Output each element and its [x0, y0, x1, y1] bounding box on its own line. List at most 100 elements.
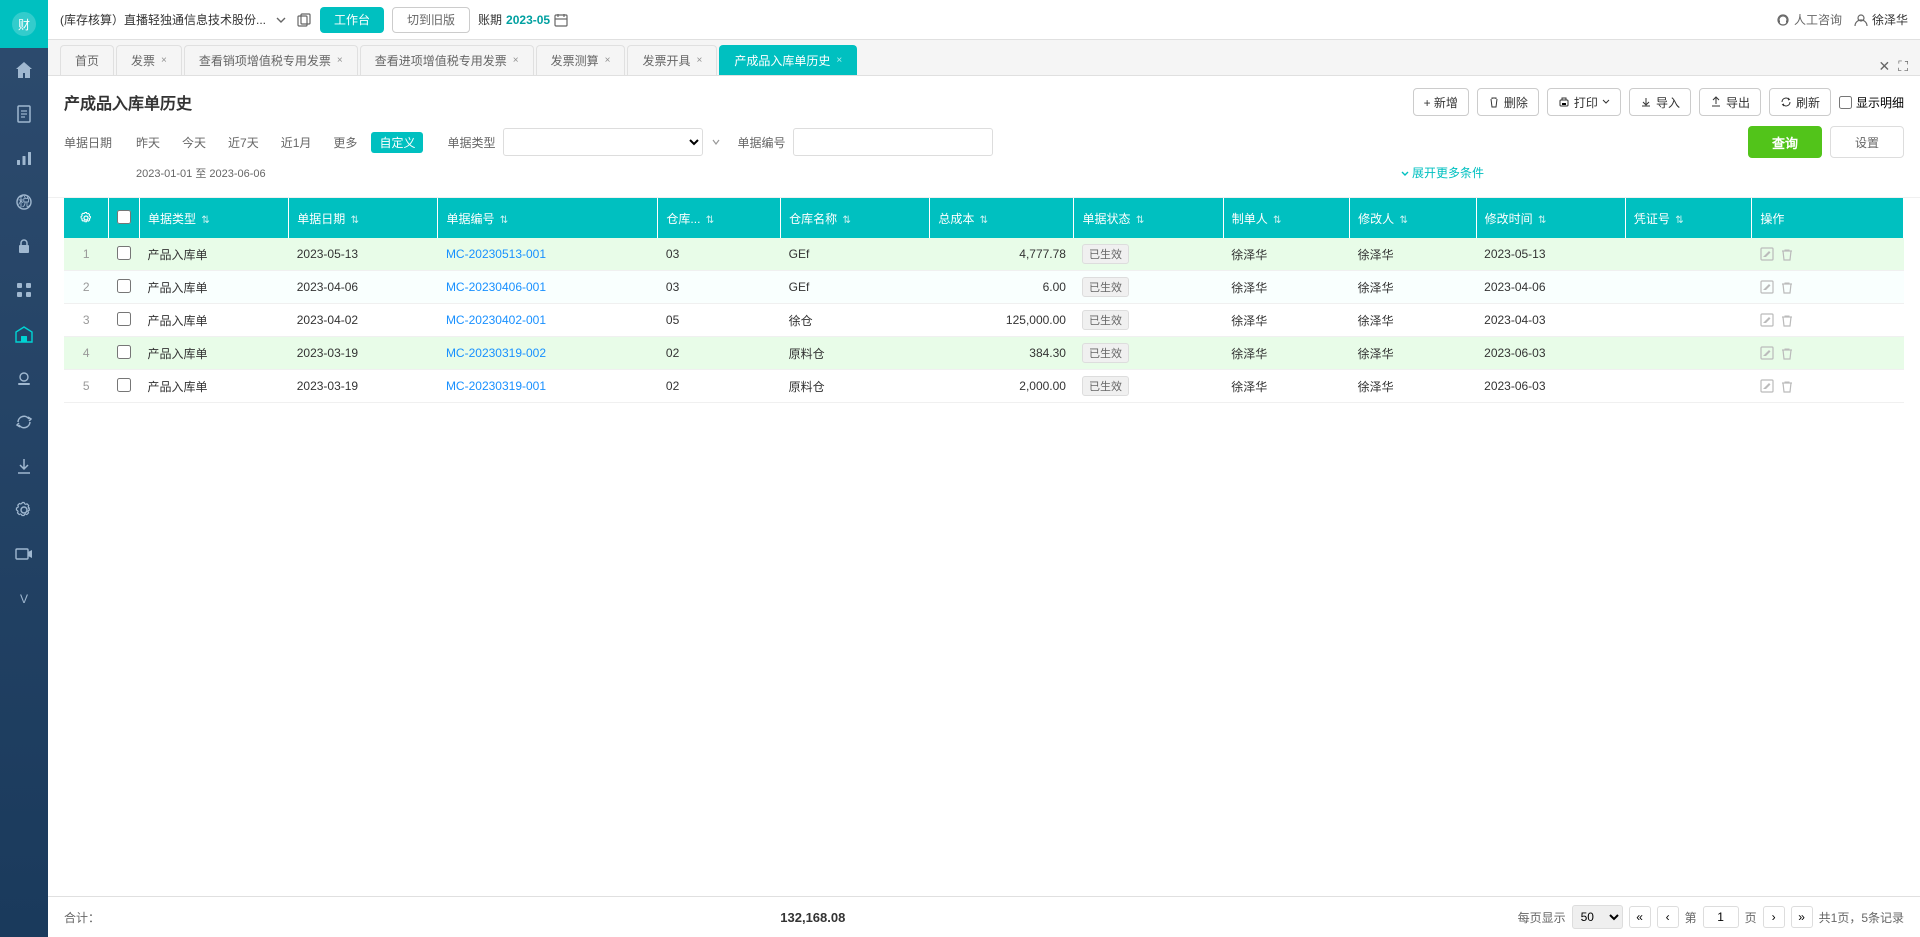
last-page-button[interactable]: » [1791, 906, 1813, 928]
sidebar-item-video[interactable] [0, 532, 48, 576]
sidebar-item-chart[interactable] [0, 136, 48, 180]
th-voucher[interactable]: 凭证号 ⇅ [1625, 198, 1751, 238]
tab-invoice-calc[interactable]: 发票测算 × [536, 45, 626, 75]
th-settings[interactable] [64, 198, 109, 238]
sidebar-item-lock[interactable] [0, 224, 48, 268]
edit-icon[interactable] [1760, 280, 1774, 294]
sidebar-item-apps[interactable] [0, 268, 48, 312]
row-delete-icon[interactable] [1780, 247, 1794, 261]
th-status[interactable]: 单据状态 ⇅ [1074, 198, 1223, 238]
row-checkbox[interactable] [109, 304, 140, 337]
switch-version-button[interactable]: 切到旧版 [392, 7, 470, 33]
import-button[interactable]: 导入 [1629, 88, 1691, 116]
tab-warehouse-history[interactable]: 产成品入库单历史 × [719, 45, 857, 75]
new-button[interactable]: + 新增 [1413, 88, 1469, 116]
row-checkbox[interactable] [109, 337, 140, 370]
expand-conditions-button[interactable]: 展开更多条件 [1400, 164, 1484, 181]
th-type[interactable]: 单据类型 ⇅ [140, 198, 289, 238]
sidebar-item-download[interactable] [0, 444, 48, 488]
shortcut-today[interactable]: 今天 [174, 132, 214, 153]
row-total-cost: 384.30 [930, 337, 1074, 370]
username-display[interactable]: 徐泽华 [1854, 11, 1908, 28]
sidebar-item-docs[interactable] [0, 92, 48, 136]
current-page-input[interactable] [1703, 906, 1739, 928]
sidebar-item-version[interactable]: V [0, 576, 48, 620]
th-modifier[interactable]: 修改人 ⇅ [1350, 198, 1476, 238]
type-filter-select[interactable] [503, 128, 703, 156]
tab-home[interactable]: 首页 [60, 45, 114, 75]
print-button[interactable]: 打印 [1547, 88, 1621, 116]
sidebar-item-home[interactable] [0, 48, 48, 92]
tab-invoice[interactable]: 发票 × [116, 45, 182, 75]
user-service[interactable]: 人工咨询 [1776, 11, 1842, 28]
row-number[interactable]: MC-20230319-002 [438, 337, 658, 370]
export-button[interactable]: 导出 [1699, 88, 1761, 116]
workbench-button[interactable]: 工作台 [320, 7, 384, 33]
calendar-icon[interactable] [554, 13, 568, 27]
prev-page-button[interactable]: ‹ [1657, 906, 1679, 928]
row-delete-icon[interactable] [1780, 379, 1794, 393]
shortcut-1month[interactable]: 近1月 [273, 132, 320, 153]
delete-button[interactable]: 删除 [1477, 88, 1539, 116]
row-number[interactable]: MC-20230402-001 [438, 304, 658, 337]
column-settings-icon[interactable] [72, 204, 100, 232]
set-button[interactable]: 设置 [1830, 126, 1904, 158]
sidebar-item-cycle[interactable] [0, 400, 48, 444]
row-number[interactable]: MC-20230513-001 [438, 238, 658, 271]
refresh-button[interactable]: 刷新 [1769, 88, 1831, 116]
tab-warehouse-history-close[interactable]: × [836, 55, 842, 66]
number-filter-input[interactable] [793, 128, 993, 156]
th-number[interactable]: 单据编号 ⇅ [438, 198, 658, 238]
row-delete-icon[interactable] [1780, 280, 1794, 294]
row-number[interactable]: MC-20230406-001 [438, 271, 658, 304]
th-modify-time[interactable]: 修改时间 ⇅ [1476, 198, 1625, 238]
first-page-button[interactable]: « [1629, 906, 1651, 928]
row-checkbox[interactable] [109, 370, 140, 403]
tab-expand-button[interactable]: ⛶ [1898, 58, 1908, 75]
th-checkbox[interactable] [109, 198, 140, 238]
edit-icon[interactable] [1760, 346, 1774, 360]
th-date[interactable]: 单据日期 ⇅ [289, 198, 438, 238]
row-delete-icon[interactable] [1780, 346, 1794, 360]
shortcut-more[interactable]: 更多 [325, 132, 365, 153]
tab-input-vat-close[interactable]: × [513, 55, 519, 66]
sidebar-item-settings[interactable] [0, 488, 48, 532]
shortcut-custom[interactable]: 自定义 [371, 132, 423, 153]
row-delete-icon[interactable] [1780, 313, 1794, 327]
expand-icon [1400, 168, 1410, 178]
company-dropdown-icon[interactable] [274, 13, 288, 27]
sidebar-item-warehouse[interactable] [0, 312, 48, 356]
row-number[interactable]: MC-20230319-001 [438, 370, 658, 403]
th-warehouse-code[interactable]: 仓库... ⇅ [658, 198, 781, 238]
edit-icon[interactable] [1760, 247, 1774, 261]
shortcut-7days[interactable]: 近7天 [220, 132, 267, 153]
query-button[interactable]: 查询 [1748, 126, 1822, 158]
tab-sales-vat-close[interactable]: × [337, 55, 343, 66]
tab-sales-vat[interactable]: 查看销项增值税专用发票 × [184, 45, 358, 75]
row-checkbox[interactable] [109, 271, 140, 304]
row-status: 已生效 [1074, 271, 1223, 304]
th-creator[interactable]: 制单人 ⇅ [1223, 198, 1349, 238]
tab-invoice-calc-close[interactable]: × [605, 55, 611, 66]
shortcut-yesterday[interactable]: 昨天 [128, 132, 168, 153]
th-warehouse-name[interactable]: 仓库名称 ⇅ [781, 198, 930, 238]
show-detail-input[interactable] [1839, 96, 1852, 109]
tab-invoice-open[interactable]: 发票开具 × [627, 45, 717, 75]
edit-icon[interactable] [1760, 313, 1774, 327]
copy-icon[interactable] [296, 12, 312, 28]
tab-close-all-button[interactable]: ✕ [1878, 58, 1890, 75]
sidebar-item-tax[interactable]: 税 [0, 180, 48, 224]
next-page-button[interactable]: › [1763, 906, 1785, 928]
row-checkbox[interactable] [109, 238, 140, 271]
select-all-checkbox[interactable] [117, 210, 131, 224]
per-page-select[interactable]: 50 100 200 [1572, 905, 1623, 929]
show-detail-checkbox[interactable]: 显示明细 [1839, 94, 1904, 111]
th-total-cost[interactable]: 总成本 ⇅ [930, 198, 1074, 238]
tab-invoice-open-close[interactable]: × [696, 55, 702, 66]
tab-invoice-close[interactable]: × [161, 55, 167, 66]
edit-icon[interactable] [1760, 379, 1774, 393]
app-logo[interactable]: 财 [0, 0, 48, 48]
tab-input-vat[interactable]: 查看进项增值税专用发票 × [360, 45, 534, 75]
sidebar-item-stamp[interactable] [0, 356, 48, 400]
row-creator: 徐泽华 [1223, 238, 1349, 271]
